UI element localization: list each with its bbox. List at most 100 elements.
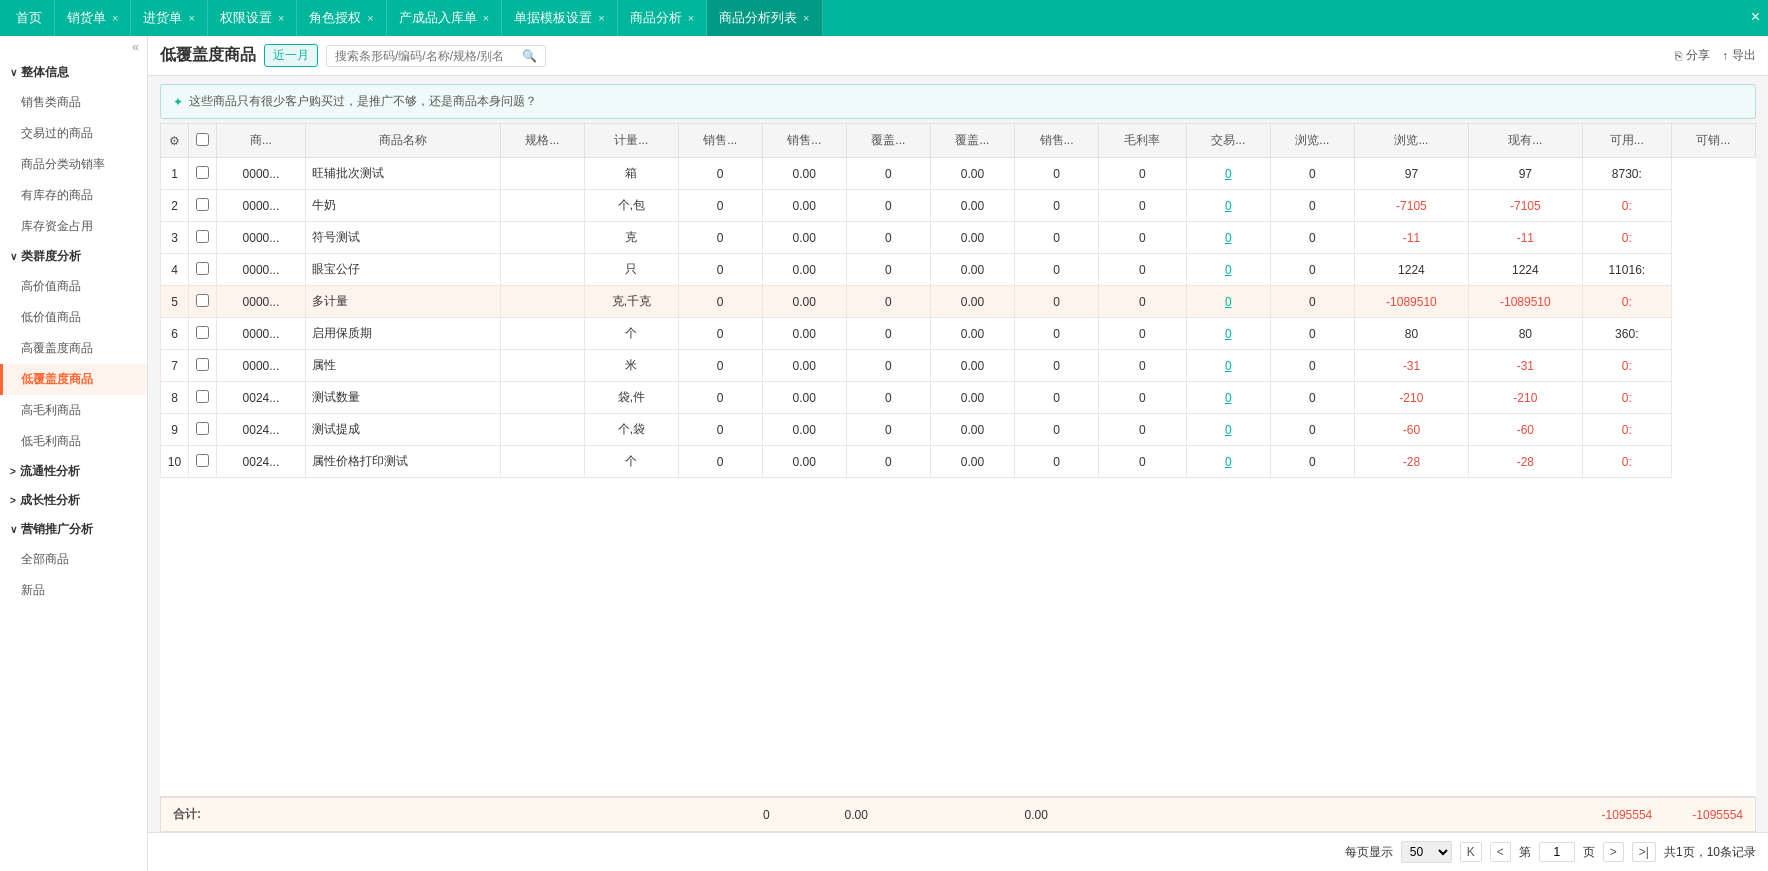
col-header-saleable: 可销...	[1671, 124, 1755, 158]
sidebar-item-all-goods[interactable]: 全部商品	[0, 544, 147, 575]
row-checkbox[interactable]	[189, 350, 217, 382]
col-header-check[interactable]	[189, 124, 217, 158]
nav-tab-purchase-close[interactable]: ×	[188, 12, 194, 24]
row-name: 符号测试	[305, 222, 500, 254]
table-row: 1 0000... 旺辅批次测试 箱 0 0.00 0 0.00 0 0 0 0…	[161, 158, 1756, 190]
row-checkbox[interactable]	[189, 446, 217, 478]
row-checkbox[interactable]	[189, 286, 217, 318]
sidebar-item-low-coverage[interactable]: 低覆盖度商品	[0, 364, 147, 395]
row-spec	[500, 286, 584, 318]
sidebar-item-inventory-funds[interactable]: 库存资金占用	[0, 211, 147, 242]
sidebar-item-high-margin[interactable]: 高毛利商品	[0, 395, 147, 426]
row-saleable: 0:	[1582, 222, 1671, 254]
nav-tab-sales[interactable]: 销货单 ×	[55, 0, 131, 36]
nav-tab-permission-close[interactable]: ×	[278, 12, 284, 24]
row-select-checkbox[interactable]	[196, 390, 209, 403]
table-row: 8 0024... 测试数量 袋,件 0 0.00 0 0.00 0 0 0 0…	[161, 382, 1756, 414]
row-link[interactable]: 0	[1186, 446, 1270, 478]
nav-tab-purchase[interactable]: 进货单 ×	[131, 0, 207, 36]
row-code: 0000...	[217, 350, 306, 382]
row-select-checkbox[interactable]	[196, 326, 209, 339]
sidebar-item-high-value[interactable]: 高价值商品	[0, 271, 147, 302]
row-link[interactable]: 0	[1186, 286, 1270, 318]
nav-tab-goods-analysis[interactable]: 商品分析 ×	[618, 0, 707, 36]
row-link[interactable]: 0	[1186, 222, 1270, 254]
col-header-sales3: 销售...	[1014, 124, 1098, 158]
first-page-button[interactable]: K	[1460, 842, 1482, 862]
row-select-checkbox[interactable]	[196, 454, 209, 467]
sidebar-section-flow[interactable]: > 流通性分析	[0, 457, 147, 486]
search-input[interactable]	[335, 49, 518, 63]
row-code: 0024...	[217, 382, 306, 414]
sidebar-item-sales-goods[interactable]: 销售类商品	[0, 87, 147, 118]
nav-tab-product-close[interactable]: ×	[483, 12, 489, 24]
row-sales1: 0	[678, 318, 762, 350]
sidebar-item-category-sales-rate[interactable]: 商品分类动销率	[0, 149, 147, 180]
sidebar-item-in-stock-goods[interactable]: 有库存的商品	[0, 180, 147, 211]
share-button[interactable]: ⎘ 分享	[1675, 47, 1710, 64]
nav-tab-template[interactable]: 单据模板设置 ×	[502, 0, 617, 36]
export-button[interactable]: ↑ 导出	[1722, 47, 1756, 64]
sidebar-section-marketing[interactable]: ∨ 营销推广分析	[0, 515, 147, 544]
last-page-button[interactable]: >|	[1632, 842, 1656, 862]
sidebar-item-traded-goods[interactable]: 交易过的商品	[0, 118, 147, 149]
col-header-settings[interactable]: ⚙	[161, 124, 189, 158]
time-filter-button[interactable]: 近一月	[264, 44, 318, 67]
row-link[interactable]: 0	[1186, 254, 1270, 286]
row-link[interactable]: 0	[1186, 414, 1270, 446]
page-number-input[interactable]	[1539, 842, 1575, 862]
table-footer: 合计: 0 0.00 0.00 -1095554 -1095554	[160, 796, 1756, 832]
nav-tab-sales-close[interactable]: ×	[112, 12, 118, 24]
sidebar-item-low-value[interactable]: 低价值商品	[0, 302, 147, 333]
col-header-margin: 毛利率	[1099, 124, 1187, 158]
nav-tab-permission[interactable]: 权限设置 ×	[208, 0, 297, 36]
row-select-checkbox[interactable]	[196, 230, 209, 243]
row-code: 0000...	[217, 222, 306, 254]
page-size-select[interactable]: 50 20 100	[1401, 841, 1452, 863]
nav-tab-goods-analysis-close[interactable]: ×	[688, 12, 694, 24]
row-checkbox[interactable]	[189, 158, 217, 190]
row-checkbox[interactable]	[189, 414, 217, 446]
select-all-checkbox[interactable]	[196, 133, 209, 146]
row-select-checkbox[interactable]	[196, 358, 209, 371]
next-page-button[interactable]: >	[1603, 842, 1624, 862]
row-link[interactable]: 0	[1186, 318, 1270, 350]
row-select-checkbox[interactable]	[196, 198, 209, 211]
row-checkbox[interactable]	[189, 382, 217, 414]
row-select-checkbox[interactable]	[196, 294, 209, 307]
nav-tab-product[interactable]: 产成品入库单 ×	[387, 0, 502, 36]
row-link[interactable]: 0	[1186, 350, 1270, 382]
row-select-checkbox[interactable]	[196, 422, 209, 435]
table-row: 2 0000... 牛奶 个,包 0 0.00 0 0.00 0 0 0 0 -…	[161, 190, 1756, 222]
row-link[interactable]: 0	[1186, 382, 1270, 414]
row-checkbox[interactable]	[189, 254, 217, 286]
row-link[interactable]: 0	[1186, 190, 1270, 222]
sidebar-item-new-goods[interactable]: 新品	[0, 575, 147, 606]
prev-page-button[interactable]: <	[1490, 842, 1511, 862]
nav-tab-template-close[interactable]: ×	[598, 12, 604, 24]
nav-tab-home[interactable]: 首页	[4, 0, 55, 36]
sidebar-item-high-coverage[interactable]: 高覆盖度商品	[0, 333, 147, 364]
row-select-checkbox[interactable]	[196, 262, 209, 275]
row-checkbox[interactable]	[189, 318, 217, 350]
sidebar-section-growth[interactable]: > 成长性分析	[0, 486, 147, 515]
nav-tab-goods-analysis-list-close[interactable]: ×	[803, 12, 809, 24]
close-all-tabs-button[interactable]: ×	[1751, 8, 1760, 26]
row-coverage1: 0	[846, 446, 930, 478]
sidebar-collapse-button[interactable]: «	[0, 36, 147, 58]
sidebar-section-overall[interactable]: ∨ 整体信息	[0, 58, 147, 87]
row-link[interactable]: 0	[1186, 158, 1270, 190]
col-header-coverage2: 覆盖...	[930, 124, 1014, 158]
nav-tab-role-close[interactable]: ×	[367, 12, 373, 24]
nav-tab-role[interactable]: 角色授权 ×	[297, 0, 386, 36]
row-checkbox[interactable]	[189, 190, 217, 222]
nav-tab-goods-analysis-list[interactable]: 商品分析列表 ×	[707, 0, 822, 36]
row-select-checkbox[interactable]	[196, 166, 209, 179]
row-checkbox[interactable]	[189, 222, 217, 254]
sidebar-item-low-margin[interactable]: 低毛利商品	[0, 426, 147, 457]
data-table-container[interactable]: ⚙ 商... 商品名称 规格... 计量... 销售... 销售... 覆盖..…	[160, 123, 1756, 796]
row-browse2: -7105	[1354, 190, 1468, 222]
search-icon[interactable]: 🔍	[522, 49, 537, 63]
footer-sales2-sum: 0.00	[826, 808, 886, 822]
sidebar-section-diversity[interactable]: ∨ 类群度分析	[0, 242, 147, 271]
